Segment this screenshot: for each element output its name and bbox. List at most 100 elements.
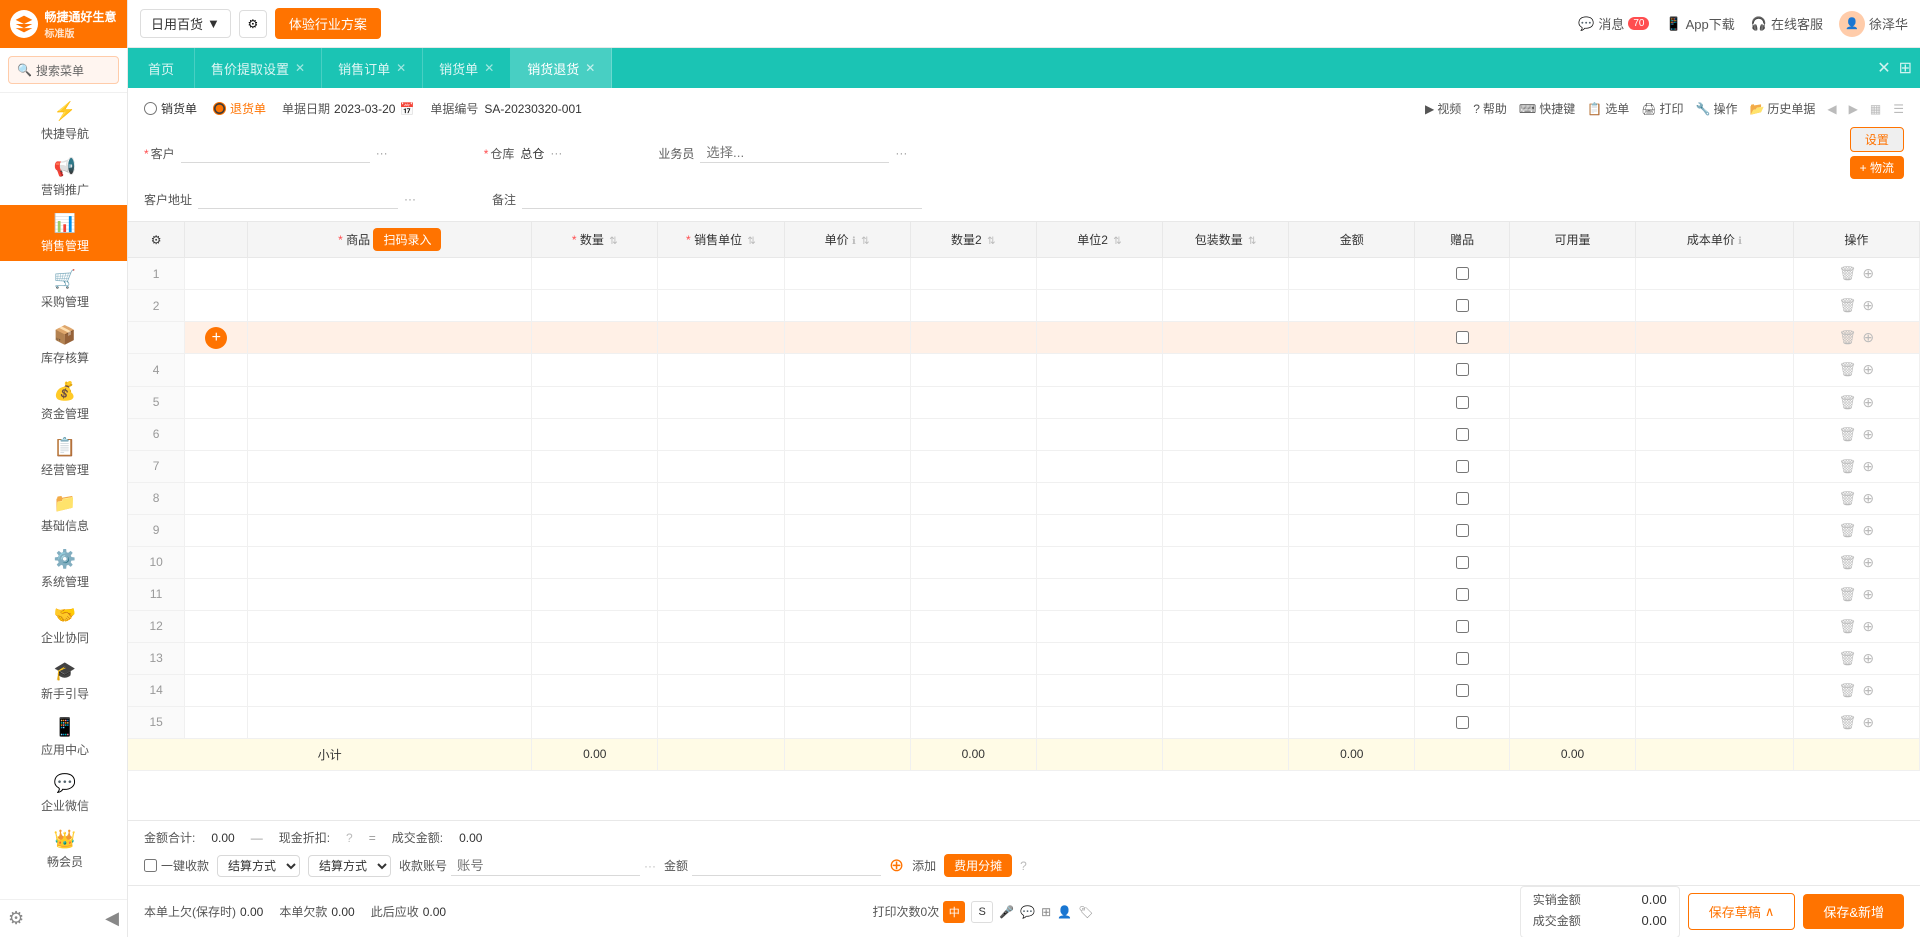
discount-help-icon[interactable]: ? bbox=[346, 831, 353, 845]
radio-return-bill[interactable]: 退货单 bbox=[213, 100, 266, 117]
delete-icon[interactable]: 🗑 bbox=[1839, 394, 1857, 411]
gift-checkbox[interactable] bbox=[1456, 460, 1469, 473]
logistics-btn[interactable]: + 物流 bbox=[1850, 156, 1904, 179]
delete-icon[interactable]: 🗑 bbox=[1839, 650, 1857, 667]
row-amount-cell[interactable] bbox=[1289, 258, 1415, 290]
experience-btn[interactable]: 体验行业方案 bbox=[275, 8, 381, 39]
row-goods[interactable] bbox=[248, 578, 532, 610]
gift-checkbox[interactable] bbox=[1456, 556, 1469, 569]
delete-icon[interactable]: 🗑 bbox=[1839, 682, 1857, 699]
radio-sale-input[interactable] bbox=[144, 102, 157, 115]
calendar-icon[interactable]: 📅 bbox=[399, 102, 414, 116]
scan-btn[interactable]: 扫码录入 bbox=[373, 228, 441, 251]
copy-icon[interactable]: ⊕ bbox=[1862, 714, 1874, 731]
delete-icon[interactable]: 🗑 bbox=[1839, 361, 1857, 378]
copy-row-icon[interactable]: ⊕ bbox=[1862, 329, 1874, 346]
settings-btn[interactable]: 设置 bbox=[1850, 127, 1904, 152]
tab-sales-order[interactable]: 销售订单 ✕ bbox=[322, 48, 423, 88]
tag-icon[interactable]: 🏷 bbox=[1078, 905, 1093, 919]
row-goods[interactable] bbox=[248, 386, 532, 418]
price-info-icon[interactable]: ℹ bbox=[852, 236, 856, 247]
row-goods[interactable] bbox=[248, 450, 532, 482]
gift-checkbox[interactable] bbox=[1456, 684, 1469, 697]
search-menu-btn[interactable]: 🔍 搜索菜单 bbox=[8, 56, 119, 84]
one-click-checkbox[interactable]: 一键收款 bbox=[144, 857, 209, 874]
sidebar-item-inventory[interactable]: 📦库存核算 bbox=[0, 317, 127, 373]
list-view-icon[interactable]: ☰ bbox=[1893, 102, 1904, 116]
cost-info-icon[interactable]: ℹ bbox=[1738, 236, 1742, 247]
tab-sales-bill[interactable]: 销货单 ✕ bbox=[423, 48, 511, 88]
account-dots-icon[interactable]: ··· bbox=[644, 859, 656, 873]
address-dots-icon[interactable]: ··· bbox=[404, 192, 416, 206]
delete-icon[interactable]: 🗑 bbox=[1839, 426, 1857, 443]
row-goods[interactable] bbox=[248, 706, 532, 738]
row-goods[interactable] bbox=[248, 546, 532, 578]
tab-close-icon[interactable]: ✕ bbox=[295, 61, 305, 75]
person-icon[interactable]: 👤 bbox=[1057, 905, 1072, 919]
row-gift-cell[interactable] bbox=[1415, 258, 1510, 290]
gift-checkbox[interactable] bbox=[1456, 588, 1469, 601]
row-price-cell[interactable] bbox=[784, 258, 910, 290]
add-row-btn[interactable]: + bbox=[205, 327, 227, 349]
mic-icon[interactable]: 🎤 bbox=[999, 905, 1014, 919]
print-btn[interactable]: 🖨 打印 bbox=[1641, 100, 1683, 117]
row-qty-cell[interactable] bbox=[532, 258, 658, 290]
copy-icon[interactable]: ⊕ bbox=[1862, 586, 1874, 603]
sidebar-item-operations[interactable]: 📋经营管理 bbox=[0, 429, 127, 485]
tab-close-icon[interactable]: ✕ bbox=[484, 61, 494, 75]
one-click-input[interactable] bbox=[144, 859, 157, 872]
history-btn[interactable]: 📂 历史单据 bbox=[1749, 100, 1815, 117]
copy-row-icon[interactable]: ⊕ bbox=[1862, 265, 1874, 282]
qty-sort-icon[interactable]: ⇅ bbox=[609, 236, 617, 247]
goods-input[interactable] bbox=[252, 330, 527, 345]
row-goods-cell[interactable] bbox=[248, 258, 532, 290]
copy-row-icon[interactable]: ⊕ bbox=[1862, 297, 1874, 314]
gift-checkbox[interactable] bbox=[1456, 299, 1469, 312]
sidebar-settings-icon[interactable]: ⚙ bbox=[8, 908, 24, 929]
copy-icon[interactable]: ⊕ bbox=[1862, 490, 1874, 507]
row-pkg-cell[interactable] bbox=[1162, 258, 1288, 290]
expense-btn[interactable]: 费用分摊 bbox=[944, 854, 1012, 877]
sidebar-item-quick-nav[interactable]: ⚡快捷导航 bbox=[0, 93, 127, 149]
date-value[interactable]: 2023-03-20 bbox=[334, 102, 395, 116]
staff-dots-icon[interactable]: ··· bbox=[895, 146, 907, 160]
sidebar-item-finance[interactable]: 💰资金管理 bbox=[0, 373, 127, 429]
row-goods[interactable] bbox=[248, 642, 532, 674]
tab-home[interactable]: 首页 bbox=[128, 48, 195, 88]
category-dropdown[interactable]: 日用百货 ▼ bbox=[140, 9, 231, 38]
row-goods[interactable] bbox=[248, 514, 532, 546]
sidebar-collapse-icon[interactable]: ◀ bbox=[105, 908, 119, 929]
row-qty2-cell[interactable] bbox=[910, 258, 1036, 290]
gift-checkbox[interactable] bbox=[1456, 267, 1469, 280]
copy-icon[interactable]: ⊕ bbox=[1862, 361, 1874, 378]
gift-checkbox[interactable] bbox=[1456, 396, 1469, 409]
topbar-settings-btn[interactable]: ⚙ bbox=[239, 10, 267, 38]
warehouse-dots-icon[interactable]: ··· bbox=[550, 146, 562, 160]
messages-btn[interactable]: 💬 消息 70 bbox=[1578, 14, 1649, 33]
delete-icon[interactable]: 🗑 bbox=[1839, 714, 1857, 731]
select-btn[interactable]: 📋 选单 bbox=[1587, 100, 1629, 117]
price-sort-icon[interactable]: ⇅ bbox=[861, 236, 869, 247]
gift-checkbox[interactable] bbox=[1456, 652, 1469, 665]
online-service-btn[interactable]: 🎧 在线客服 bbox=[1751, 14, 1823, 33]
copy-icon[interactable]: ⊕ bbox=[1862, 618, 1874, 635]
row-goods[interactable] bbox=[248, 674, 532, 706]
sidebar-item-system[interactable]: ⚙️系统管理 bbox=[0, 541, 127, 597]
row-unit2-cell[interactable] bbox=[1036, 258, 1162, 290]
sidebar-item-newbie[interactable]: 🎓新手引导 bbox=[0, 653, 127, 709]
gift-checkbox[interactable] bbox=[1456, 492, 1469, 505]
sidebar-item-marketing[interactable]: 📢营销推广 bbox=[0, 149, 127, 205]
gift-checkbox[interactable] bbox=[1456, 620, 1469, 633]
save-new-btn[interactable]: 保存&新增 bbox=[1803, 894, 1904, 929]
gift-checkbox[interactable] bbox=[1456, 428, 1469, 441]
pkg-sort-icon[interactable]: ⇅ bbox=[1248, 236, 1256, 247]
amount-input[interactable] bbox=[692, 856, 881, 876]
qty2-sort-icon[interactable]: ⇅ bbox=[987, 236, 995, 247]
unit2-sort-icon[interactable]: ⇅ bbox=[1113, 236, 1121, 247]
tab-close-icon[interactable]: ✕ bbox=[396, 61, 406, 75]
grid-view-icon[interactable]: ▦ bbox=[1870, 102, 1881, 116]
address-input[interactable] bbox=[198, 189, 398, 209]
chat-icon[interactable]: 💬 bbox=[1020, 905, 1035, 919]
row-goods[interactable] bbox=[248, 354, 532, 386]
next-record-icon[interactable]: ▶ bbox=[1849, 102, 1858, 116]
